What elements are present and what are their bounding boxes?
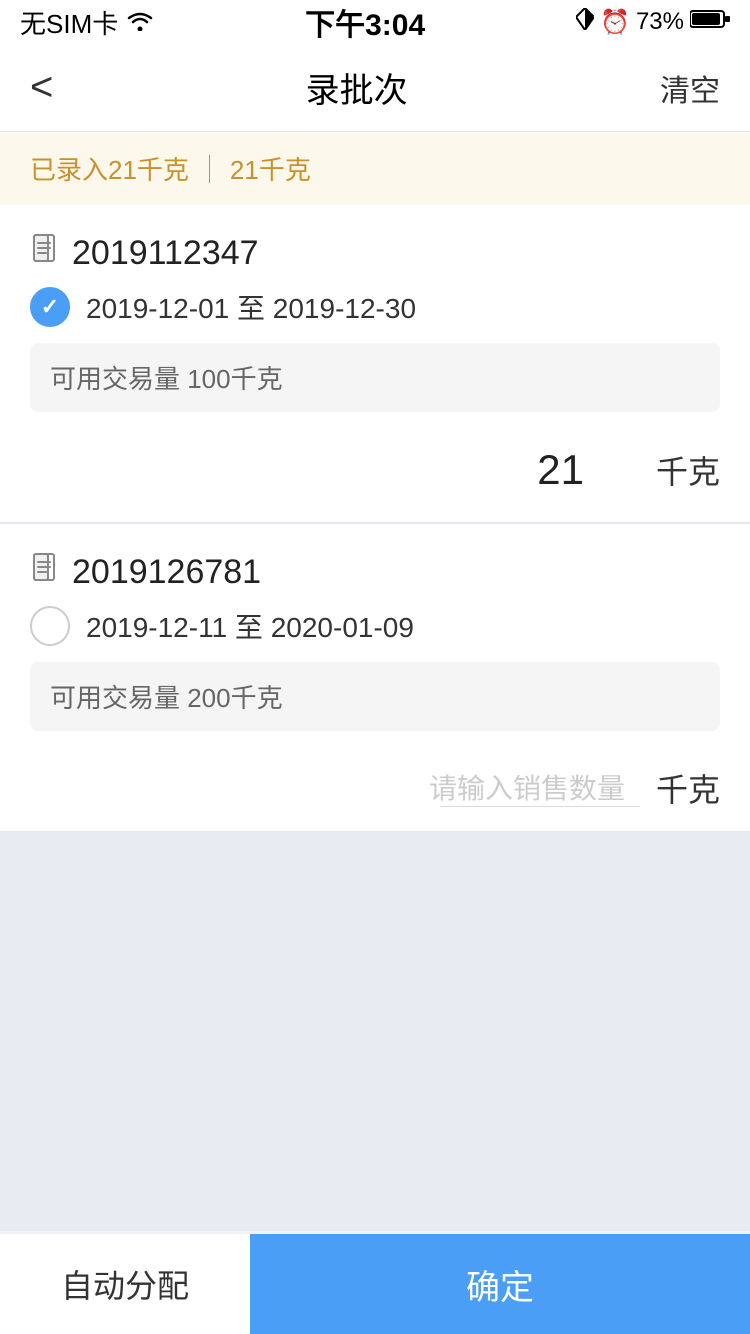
batch-1-header: 2019112347 [30,233,720,273]
status-time: 下午3:04 [305,0,425,44]
batch-1-unit: 千克 [656,447,720,493]
summary-recorded: 已录入21千克 [30,150,189,187]
batch-1-date: 2019-12-01 至 2019-12-30 [86,287,416,327]
location-icon [576,8,594,37]
batch-1-item: 2019112347 2019-12-01 至 2019-12-30 可用交易量… [0,205,750,412]
batch-2-item: 2019126781 2019-12-11 至 2020-01-09 可用交易量… [0,524,750,731]
alarm-icon: ⏰ [600,8,630,37]
page-title: 录批次 [306,63,408,112]
confirm-button[interactable]: 确定 [250,1234,750,1334]
clear-button[interactable]: 清空 [660,66,720,110]
status-right: ⏰ 73% [576,8,730,37]
batch-1-avail: 可用交易量 100千克 [30,343,720,412]
batch-2-id: 2019126781 [72,553,261,592]
batch-1-date-row[interactable]: 2019-12-01 至 2019-12-30 [30,287,720,327]
wifi-icon [126,7,154,38]
batch-1-card: 2019112347 2019-12-01 至 2019-12-30 可用交易量… [0,205,750,522]
summary-divider [209,155,210,183]
status-bar: 无SIM卡 下午3:04 ⏰ 73% [0,0,750,44]
batch-2-unit: 千克 [656,765,720,811]
batch-1-id: 2019112347 [72,234,259,273]
summary-total: 21千克 [230,150,311,187]
batch-1-qty-row: 21 千克 [0,432,750,522]
batch-2-avail: 可用交易量 200千克 [30,662,720,731]
batch-2-qty-input[interactable] [220,769,640,806]
nav-bar: < 录批次 清空 [0,44,750,132]
summary-bar: 已录入21千克 21千克 [0,132,750,205]
bottom-bar: 自动分配 确定 [0,1234,750,1334]
batch-2-qty-row: 千克 [0,751,750,831]
batch-2-icon [30,552,62,592]
batch-1-icon [30,233,62,273]
batch-2-date: 2019-12-11 至 2020-01-09 [86,606,414,646]
gray-area [0,831,750,1231]
batch-1-radio[interactable] [30,287,70,327]
auto-allocate-button[interactable]: 自动分配 [0,1234,250,1334]
back-button[interactable]: < [30,65,53,110]
no-sim-label: 无SIM卡 [20,4,118,41]
battery-icon [690,8,730,36]
batch-2-date-row[interactable]: 2019-12-11 至 2020-01-09 [30,606,720,646]
batch-2-header: 2019126781 [30,552,720,592]
batch-2-radio[interactable] [30,606,70,646]
qty-divider [440,806,640,807]
batch-1-qty-value: 21 [537,446,584,494]
battery-label: 73% [636,8,684,36]
batch-2-card: 2019126781 2019-12-11 至 2020-01-09 可用交易量… [0,524,750,831]
status-left: 无SIM卡 [20,4,154,41]
